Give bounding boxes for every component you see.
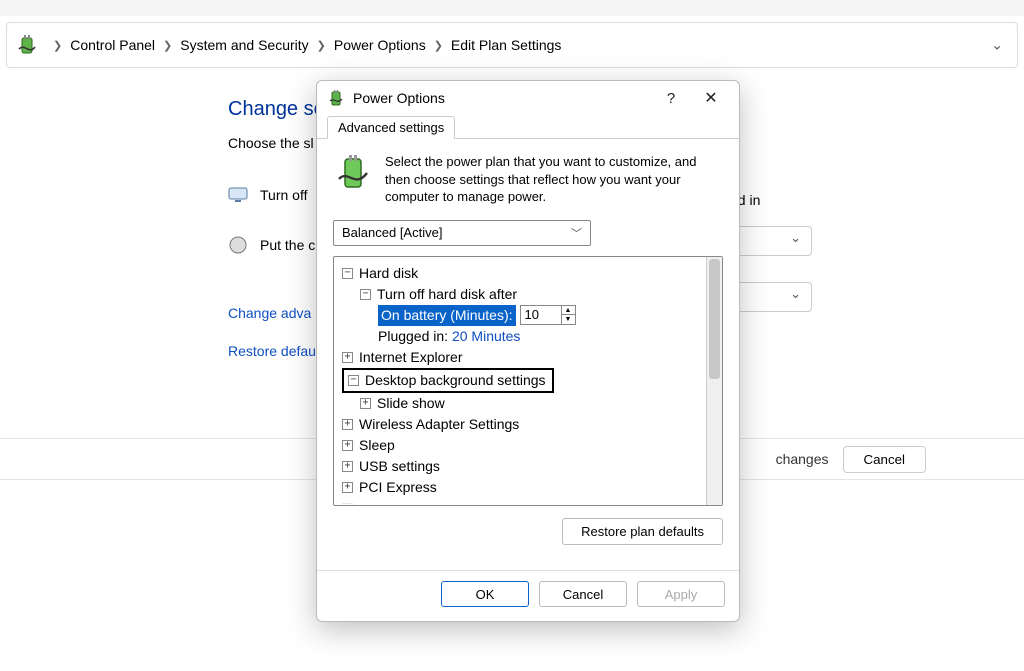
dropdown-peek-1[interactable] [730, 226, 812, 256]
chevron-right-icon: ❯ [317, 39, 326, 52]
tree-plugged-in[interactable]: Plugged in: 20 Minutes [342, 326, 702, 347]
dialog-footer: OK Cancel Apply [317, 570, 739, 621]
window-topbar [0, 0, 1024, 16]
on-battery-minutes-value[interactable]: 10 [521, 305, 561, 325]
chevron-down-icon[interactable]: ⌄ [991, 37, 1003, 54]
ok-button[interactable]: OK [441, 581, 529, 607]
tree-pci-express[interactable]: +PCI Express [342, 477, 702, 498]
collapse-icon[interactable]: − [348, 375, 359, 386]
expand-icon[interactable]: + [342, 482, 353, 493]
spin-down-icon[interactable]: ▼ [562, 315, 575, 324]
scrollbar-thumb[interactable] [709, 259, 720, 379]
power-plan-select[interactable]: Balanced [Active] ﹀ [333, 220, 591, 246]
on-battery-minutes-input[interactable]: 10 ▲▼ [520, 305, 576, 325]
save-changes-button-peek[interactable]: changes [776, 451, 829, 467]
breadcrumb-item[interactable]: Control Panel [70, 37, 155, 53]
collapse-icon[interactable]: − [342, 268, 353, 279]
dialog-titlebar[interactable]: Power Options ? ✕ [317, 81, 739, 115]
dialog-tabs: Advanced settings [317, 115, 739, 139]
chevron-right-icon: ❯ [434, 39, 443, 52]
chevron-down-icon: ﹀ [571, 225, 582, 241]
power-plan-selected-value: Balanced [Active] [342, 225, 442, 240]
dialog-intro-text: Select the power plan that you want to c… [385, 153, 723, 206]
tree-internet-explorer[interactable]: +Internet Explorer [342, 347, 702, 368]
moon-icon [228, 235, 248, 255]
plugged-in-peek-label: ed in [730, 192, 812, 208]
power-options-dialog: Power Options ? ✕ Advanced settings Sele… [316, 80, 740, 622]
tab-advanced-settings[interactable]: Advanced settings [327, 116, 455, 139]
breadcrumb-bar[interactable]: ❯ Control Panel ❯ System and Security ❯ … [6, 22, 1018, 68]
settings-tree: −Hard disk −Turn off hard disk after On … [333, 256, 723, 506]
dialog-title: Power Options [353, 90, 445, 106]
settings-tree-inner[interactable]: −Hard disk −Turn off hard disk after On … [334, 257, 706, 505]
turn-off-display-label: Turn off [260, 187, 307, 203]
cancel-button[interactable]: Cancel [539, 581, 627, 607]
power-plan-icon [15, 33, 39, 57]
spin-up-icon[interactable]: ▲ [562, 306, 575, 315]
tree-on-battery[interactable]: On battery (Minutes): 10 ▲▼ [342, 305, 702, 326]
plugged-in-value-link[interactable]: 20 Minutes [452, 326, 520, 347]
breadcrumb-item[interactable]: System and Security [180, 37, 308, 53]
dialog-body: Select the power plan that you want to c… [317, 139, 739, 570]
expand-icon[interactable]: + [360, 398, 371, 409]
battery-large-icon [333, 153, 373, 193]
breadcrumb-item[interactable]: Power Options [334, 37, 426, 53]
tree-turn-off-hdd-after[interactable]: −Turn off hard disk after [342, 284, 702, 305]
background-partial: ed in [730, 192, 812, 312]
chevron-right-icon: ❯ [53, 39, 62, 52]
tree-processor-power-mgmt[interactable]: +Processor power management [342, 498, 702, 505]
breadcrumb-item[interactable]: Edit Plan Settings [451, 37, 562, 53]
restore-plan-defaults-button[interactable]: Restore plan defaults [562, 518, 723, 545]
expand-icon[interactable]: + [342, 440, 353, 451]
dropdown-peek-2[interactable] [730, 282, 812, 312]
battery-icon [327, 89, 345, 107]
tree-hard-disk[interactable]: −Hard disk [342, 263, 702, 284]
spinner[interactable]: ▲▼ [561, 306, 575, 324]
sleep-label: Put the c [260, 237, 315, 253]
chevron-right-icon: ❯ [163, 39, 172, 52]
highlighted-tree-item: −Desktop background settings [342, 368, 554, 393]
expand-icon[interactable]: + [342, 503, 353, 505]
tree-wireless-adapter[interactable]: +Wireless Adapter Settings [342, 414, 702, 435]
expand-icon[interactable]: + [342, 419, 353, 430]
help-button[interactable]: ? [651, 90, 691, 107]
close-button[interactable]: ✕ [691, 88, 731, 108]
dialog-intro: Select the power plan that you want to c… [333, 153, 723, 206]
monitor-icon [228, 185, 248, 205]
collapse-icon[interactable]: − [360, 289, 371, 300]
tree-usb-settings[interactable]: +USB settings [342, 456, 702, 477]
tree-slideshow[interactable]: +Slide show [342, 393, 702, 414]
expand-icon[interactable]: + [342, 461, 353, 472]
tree-on-battery-label: On battery (Minutes): [378, 305, 516, 326]
page-cancel-button[interactable]: Cancel [843, 446, 927, 473]
apply-button[interactable]: Apply [637, 581, 725, 607]
tree-scrollbar[interactable] [706, 257, 722, 505]
tree-desktop-background-settings[interactable]: −Desktop background settings [342, 368, 702, 393]
tree-sleep[interactable]: +Sleep [342, 435, 702, 456]
expand-icon[interactable]: + [342, 352, 353, 363]
